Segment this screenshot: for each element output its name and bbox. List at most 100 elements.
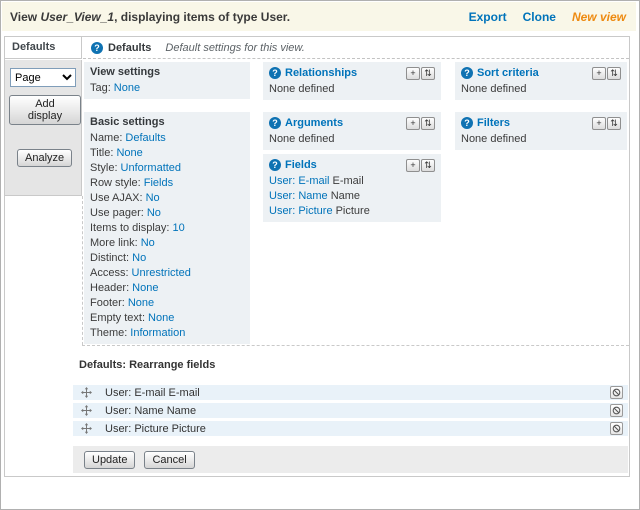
relationships-title-link[interactable]: Relationships (285, 66, 357, 81)
add-argument-button[interactable]: + (406, 116, 420, 130)
rearrange-arguments-button[interactable]: ⇅ (421, 116, 435, 130)
field-item: User: Name Name (269, 189, 435, 204)
arguments-box: ? Arguments + ⇅ None defined (263, 112, 441, 150)
setting-label: Distinct: (90, 252, 130, 264)
add-sort-button[interactable]: + (592, 66, 606, 80)
view-info-bar: View User_View_1, displaying items of ty… (2, 2, 636, 31)
setting-row: More link: No (90, 236, 244, 251)
setting-value-link[interactable]: 10 (172, 222, 184, 234)
setting-row: Access: Unrestricted (90, 266, 244, 281)
add-display-button[interactable]: Add display (9, 95, 81, 125)
fields-title-link[interactable]: Fields (285, 158, 317, 173)
remove-field-icon[interactable] (610, 386, 623, 399)
display-header-title: Defaults (108, 41, 152, 54)
drag-row: User: Name Name (73, 403, 628, 418)
add-field-button[interactable]: + (406, 158, 420, 172)
analyze-button[interactable]: Analyze (17, 149, 73, 167)
help-icon[interactable]: ? (461, 117, 473, 129)
setting-label: Header: (90, 282, 130, 294)
setting-value-link[interactable]: No (141, 237, 155, 249)
settings-bottom-divider (82, 345, 629, 346)
display-header: ? Defaults Default settings for this vie… (83, 37, 629, 59)
setting-row: Empty text: None (90, 311, 244, 326)
cancel-button[interactable]: Cancel (144, 450, 195, 469)
arguments-header: ? Arguments + ⇅ (269, 115, 435, 131)
field-link[interactable]: User: E-mail (269, 175, 330, 187)
basic-settings-box: Basic settings Name: Defaults Title: None … (84, 112, 250, 344)
help-icon[interactable]: ? (91, 41, 103, 54)
setting-row: Name: Defaults (90, 131, 244, 146)
view-title-suffix: , displaying items of type User. (114, 9, 291, 24)
arguments-empty-text: None defined (269, 133, 335, 145)
new-view-link[interactable]: New view (572, 10, 626, 24)
setting-label: Items to display: (90, 222, 170, 234)
add-filter-button[interactable]: + (592, 116, 606, 130)
setting-value-link[interactable]: None (132, 282, 158, 294)
setting-value-link[interactable]: No (147, 207, 161, 219)
display-header-description: Default settings for this view. (165, 41, 305, 54)
remove-field-icon[interactable] (610, 404, 623, 417)
export-link[interactable]: Export (469, 10, 507, 24)
help-icon[interactable]: ? (269, 117, 281, 129)
filters-title-link[interactable]: Filters (477, 116, 510, 131)
view-name: User_View_1 (40, 9, 115, 24)
view-title: View User_View_1, displaying items of ty… (10, 10, 469, 24)
view-action-links: Export Clone New view (469, 10, 626, 24)
add-relationship-button[interactable]: + (406, 66, 420, 80)
relationships-header: ? Relationships + ⇅ (269, 65, 435, 81)
sort-criteria-header: ? Sort criteria + ⇅ (461, 65, 621, 81)
setting-value-link[interactable]: No (146, 192, 160, 204)
rearrange-filters-button[interactable]: ⇅ (607, 116, 621, 130)
field-link[interactable]: User: Name (269, 190, 328, 202)
setting-value-link[interactable]: None (116, 147, 142, 159)
drag-handle-icon[interactable] (81, 387, 92, 398)
drag-handle-icon[interactable] (81, 405, 92, 416)
sort-criteria-box: ? Sort criteria + ⇅ None defined (455, 62, 627, 100)
setting-value-link[interactable]: None (114, 82, 140, 94)
filters-box: ? Filters + ⇅ None defined (455, 112, 627, 150)
clone-link[interactable]: Clone (523, 10, 556, 24)
setting-value-link[interactable]: Defaults (125, 132, 165, 144)
drag-rows: User: E-mail E-mail User: Name Name User… (73, 385, 628, 436)
field-link[interactable]: User: Picture (269, 205, 333, 217)
display-type-select[interactable]: Page (10, 68, 76, 87)
setting-value-link[interactable]: Unrestricted (132, 267, 191, 279)
view-title-prefix: View (10, 9, 41, 24)
setting-value-link[interactable]: None (148, 312, 174, 324)
setting-value-link[interactable]: Fields (144, 177, 173, 189)
setting-value-link[interactable]: None (128, 297, 154, 309)
remove-field-icon[interactable] (610, 422, 623, 435)
sort-criteria-title-link[interactable]: Sort criteria (477, 66, 539, 81)
drag-handle-icon[interactable] (81, 423, 92, 434)
rearrange-sorts-button[interactable]: ⇅ (607, 66, 621, 80)
setting-label: Row style: (90, 177, 141, 189)
tab-defaults[interactable]: Defaults (5, 37, 82, 59)
filters-empty-text: None defined (461, 133, 527, 145)
view-settings-box: View settings Tag: None (84, 62, 250, 99)
setting-label: Title: (90, 147, 114, 159)
setting-row: Tag: None (90, 81, 244, 96)
setting-label: Theme: (90, 327, 128, 339)
arguments-title-link[interactable]: Arguments (285, 116, 343, 131)
setting-label: More link: (90, 237, 138, 249)
field-item: User: Picture Picture (269, 204, 435, 219)
help-icon[interactable]: ? (461, 67, 473, 79)
rearrange-fields-form: Defaults: Rearrange fields User: E-mail … (73, 351, 628, 473)
setting-label: Empty text: (90, 312, 146, 324)
update-button[interactable]: Update (84, 450, 136, 469)
setting-value-link[interactable]: No (132, 252, 146, 264)
help-icon[interactable]: ? (269, 159, 281, 171)
drag-row-label: User: E-mail E-mail (105, 386, 200, 399)
setting-value-link[interactable]: Information (130, 327, 185, 339)
setting-value-link[interactable]: Unformatted (121, 162, 182, 174)
setting-row: Use AJAX: No (90, 191, 244, 206)
rearrange-relationships-button[interactable]: ⇅ (421, 66, 435, 80)
setting-label: Style: (90, 162, 118, 174)
drag-row-label: User: Name Name (105, 404, 197, 417)
views-edit-container: Defaults ? Defaults Default settings for… (4, 36, 630, 477)
help-icon[interactable]: ? (269, 67, 281, 79)
setting-row: Distinct: No (90, 251, 244, 266)
setting-row: Style: Unformatted (90, 161, 244, 176)
rearrange-fields-button[interactable]: ⇅ (421, 158, 435, 172)
setting-label: Use AJAX: (90, 192, 143, 204)
